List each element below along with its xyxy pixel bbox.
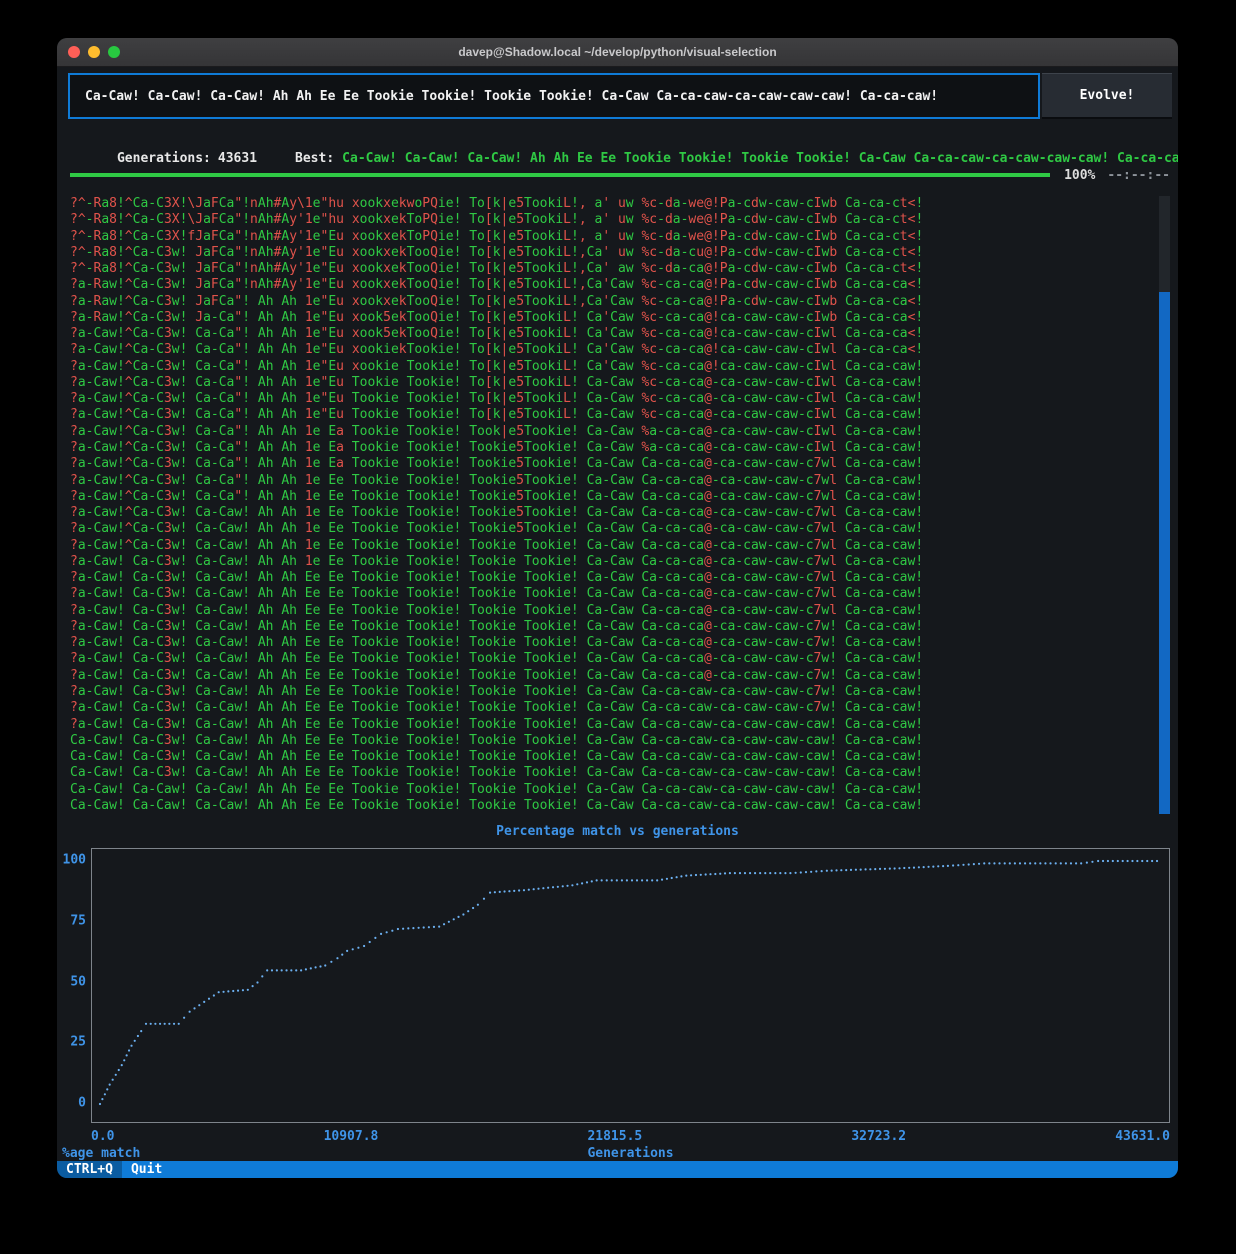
progress-bar-fill (70, 173, 1051, 177)
log-row: ?^-Ra8!^Ca-C3w! JaFCa"!nAh#Ay'1e"Eu xook… (70, 261, 924, 277)
log-row: Ca-Caw! Ca-C3w! Ca-Caw! Ah Ah Ee Ee Took… (70, 765, 924, 781)
target-phrase-input[interactable] (68, 73, 1040, 119)
log-row: ?^-Ra8!^Ca-C3w! JaFCa"!nAh#Ay'1e"Eu xook… (70, 244, 924, 260)
chart-y-axis: 100 75 50 25 0 (62, 848, 91, 1123)
y-tick-label: 25 (70, 1034, 86, 1050)
best-label: Best: (295, 151, 335, 166)
minimize-window-button[interactable] (88, 46, 100, 58)
log-row: ?a-Caw! Ca-C3w! Ca-Caw! Ah Ah Ee Ee Took… (70, 667, 924, 683)
evolution-log[interactable]: ?^-Ra8!^Ca-C3X!\JaFCa"!nAh#Ay\1e"hu xook… (70, 196, 1170, 814)
footer-key[interactable]: CTRL+Q (57, 1161, 122, 1178)
chart-plot (91, 848, 1170, 1123)
zoom-window-button[interactable] (108, 46, 120, 58)
x-tick-label: 21815.5 (587, 1129, 643, 1144)
log-row: ?a-Caw! Ca-C3w! Ca-Caw! Ah Ah Ee Ee Took… (70, 683, 924, 699)
titlebar[interactable]: davep@Shadow.local ~/develop/python/visu… (57, 38, 1178, 67)
chart-curve-svg (98, 859, 1159, 1106)
y-tick-label: 100 (62, 852, 86, 868)
log-row: ?a-Caw!^Ca-C3w! Ca-Ca"! Ah Ah 1e"Eu Took… (70, 374, 924, 390)
log-row: ?a-Caw!^Ca-C3w! Ca-Ca"! Ah Ah 1e"Eu xook… (70, 342, 924, 358)
log-row: ?a-Raw!^Ca-C3w! JaFCa"! Ah Ah 1e"Eu xook… (70, 293, 924, 309)
footer-description[interactable]: Quit (131, 1162, 162, 1177)
app-body: Evolve! Generations: 43631 Best: Ca-Caw! Ca… (57, 67, 1178, 1178)
log-row: ?a-Caw!^Ca-C3w! Ca-Ca"! Ah Ah 1e Ea Took… (70, 456, 924, 472)
log-row: Ca-Caw! Ca-Caw! Ca-Caw! Ah Ah Ee Ee Took… (70, 781, 924, 797)
y-tick-label: 0 (78, 1095, 86, 1111)
log-row: ?a-Caw!^Ca-C3w! Ca-Ca"! Ah Ah 1e Ee Took… (70, 488, 924, 504)
log-row: Ca-Caw! Ca-C3w! Ca-Caw! Ah Ah Ee Ee Took… (70, 732, 924, 748)
progress-percent: 100% (1064, 167, 1096, 183)
log-row: ?^-Ra8!^Ca-C3X!\JaFCa"!nAh#Ay\1e"hu xook… (70, 196, 924, 211)
footer[interactable]: CTRL+Q Quit (57, 1161, 1178, 1178)
log-row: ?a-Caw!^Ca-C3w! Ca-Caw! Ah Ah 1e Ee Took… (70, 537, 924, 553)
generations-value: 43631 (217, 151, 258, 166)
toolbar: Evolve! (68, 73, 1172, 119)
log-row: ?^-Ra8!^Ca-C3X!\JaFCa"!nAh#Ay'1e"hu xook… (70, 212, 924, 228)
y-tick-label: 75 (70, 913, 86, 929)
window-controls (68, 38, 120, 66)
log-row: ?a-Caw!^Ca-C3w! Ca-Ca"! Ah Ah 1e Ea Took… (70, 439, 924, 455)
chart-x-axis-caption: Generations (587, 1146, 674, 1161)
log-row: ?^-Ra8!^Ca-C3X!fJaFCa"!nAh#Ay'1e"Eu xook… (70, 228, 924, 244)
log-row: ?a-Caw! Ca-C3w! Ca-Caw! Ah Ah Ee Ee Took… (70, 635, 924, 651)
log-scrollbar[interactable] (1159, 196, 1170, 814)
log-row: ?a-Caw!^Ca-C3w! Ca-Ca"! Ah Ah 1e Ea Took… (70, 423, 924, 439)
log-row: ?a-Caw! Ca-C3w! Ca-Caw! Ah Ah Ee Ee Took… (70, 700, 924, 716)
log-row: ?a-Caw!^Ca-C3w! Ca-Ca"! Ah Ah 1e"Eu xook… (70, 358, 924, 374)
log-row: ?a-Caw! Ca-C3w! Ca-Caw! Ah Ah Ee Ee Took… (70, 651, 924, 667)
chart-title: Percentage match vs generations (496, 824, 739, 839)
log-row: ?a-Caw!^Ca-C3w! Ca-Caw! Ah Ah 1e Ee Took… (70, 505, 924, 521)
log-row: ?a-Caw!^Ca-C3w! Ca-Ca"! Ah Ah 1e"Eu Took… (70, 391, 924, 407)
log-row: Ca-Caw! Ca-Caw! Ca-Caw! Ah Ah Ee Ee Took… (70, 797, 924, 813)
progress-bar: 100% --:--:-- (70, 167, 1170, 183)
close-window-button[interactable] (68, 46, 80, 58)
x-tick-label: 0.0 (91, 1129, 115, 1144)
x-tick-label: 10907.8 (323, 1129, 379, 1144)
log-row: ?a-Caw! Ca-C3w! Ca-Caw! Ah Ah Ee Ee Took… (70, 602, 924, 618)
chart: 100 75 50 25 0 (62, 848, 1170, 1123)
terminal-window: davep@Shadow.local ~/develop/python/visu… (57, 38, 1178, 1178)
log-row: ?a-Caw!^Ca-C3w! Ca-Ca"! Ah Ah 1e"Eu Took… (70, 407, 924, 423)
log-row: ?a-Caw! Ca-C3w! Ca-Caw! Ah Ah Ee Ee Took… (70, 716, 924, 732)
progress-eta: --:--:-- (1107, 167, 1170, 183)
chart-x-ticks: 0.0 10907.8 21815.5 32723.2 43631.0 (91, 1129, 1170, 1144)
x-tick-label: 43631.0 (1115, 1129, 1170, 1144)
log-row: ?a-Raw!^Ca-C3w! JaFCa"!nAh#Ay'1e"Eu xook… (70, 277, 924, 293)
best-value: Ca-Caw! Ca-Caw! Ca-Caw! Ah Ah Ee Ee Took… (342, 151, 1178, 166)
y-tick-label: 50 (70, 974, 86, 989)
log-scrollbar-thumb[interactable] (1159, 291, 1170, 814)
log-row: ?a-Caw!^Ca-C3w! Ca-Ca"! Ah Ah 1e Ee Took… (70, 472, 924, 488)
log-row: ?a-Caw! Ca-C3w! Ca-Caw! Ah Ah Ee Ee Took… (70, 586, 924, 602)
generations-label: Generations: (116, 151, 211, 166)
evolve-button[interactable]: Evolve! (1042, 73, 1172, 119)
log-row: ?a-Caw!^Ca-C3w! Ca-Caw! Ah Ah 1e Ee Took… (70, 521, 924, 537)
log-lines: ?^-Ra8!^Ca-C3X!\JaFCa"!nAh#Ay\1e"hu xook… (70, 196, 1153, 814)
log-row: ?a-Raw!^Ca-C3w! Ja-Ca"! Ah Ah 1e"Eu xook… (70, 309, 924, 325)
x-tick-label: 32723.2 (851, 1129, 907, 1144)
chart-x-axis-caption-row: Generations (91, 1146, 1170, 1161)
log-row: ?a-Caw!^Ca-C3w! Ca-Ca"! Ah Ah 1e"Eu xook… (70, 326, 924, 342)
log-row: ?a-Caw! Ca-C3w! Ca-Caw! Ah Ah 1e Ee Took… (70, 553, 924, 569)
log-row: Ca-Caw! Ca-C3w! Ca-Caw! Ah Ah Ee Ee Took… (70, 749, 924, 765)
log-row: ?a-Caw! Ca-C3w! Ca-Caw! Ah Ah Ee Ee Took… (70, 618, 924, 634)
log-row: ?a-Caw! Ca-C3w! Ca-Caw! Ah Ah Ee Ee Took… (70, 570, 924, 586)
window-title: davep@Shadow.local ~/develop/python/visu… (458, 45, 777, 59)
